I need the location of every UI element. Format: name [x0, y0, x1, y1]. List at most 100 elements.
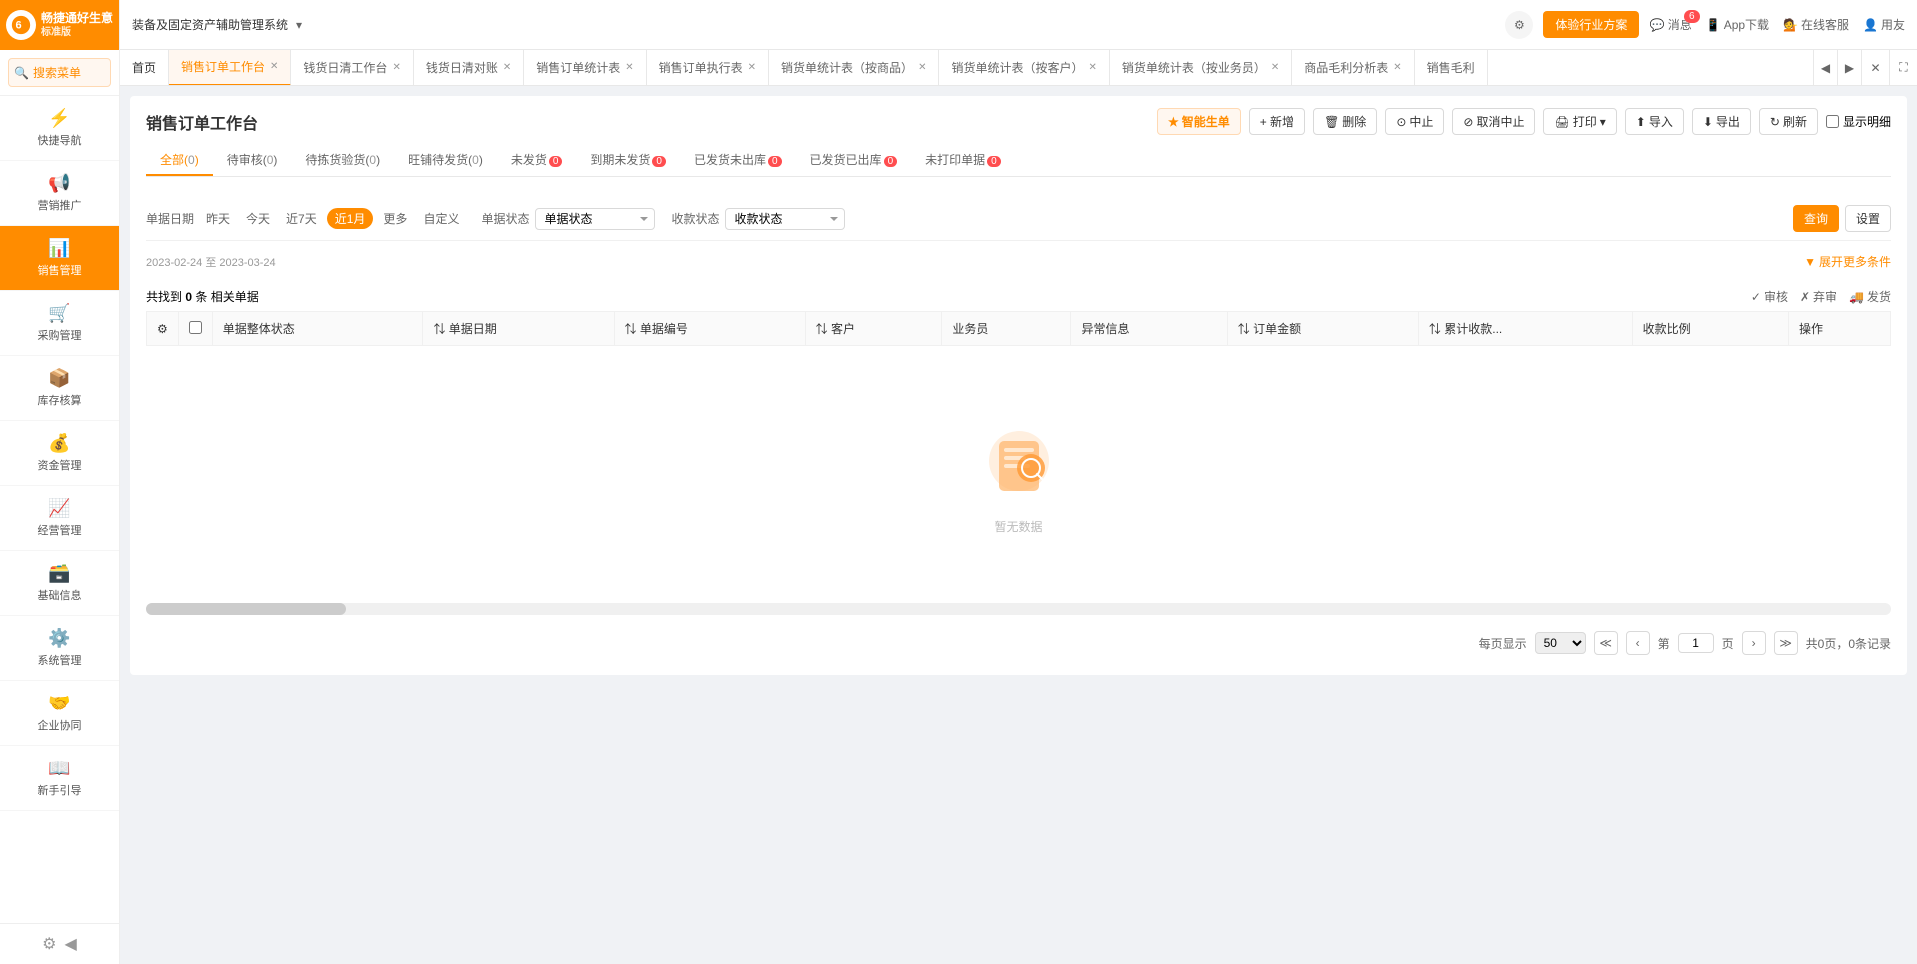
tab-cash-account[interactable]: 钱货日清对账 ✕	[414, 50, 524, 86]
tab-close-sales-stat[interactable]: ✕	[625, 62, 633, 73]
scrollbar-track[interactable]	[146, 603, 1891, 615]
col-number[interactable]: ⇅ 单据编号	[614, 312, 805, 346]
print-button[interactable]: 🖨 打印 ▾	[1543, 108, 1616, 135]
pause-button[interactable]: ⊙ 中止	[1385, 108, 1444, 135]
batch-ship-button[interactable]: 🚚 发货	[1849, 288, 1891, 305]
filter-settings-button[interactable]: 设置	[1845, 205, 1891, 232]
scrollbar-thumb[interactable]	[146, 603, 346, 615]
date-opt-today[interactable]: 今天	[240, 208, 276, 229]
column-settings-icon[interactable]: ⚙	[157, 322, 168, 336]
tab-maximize-button[interactable]: ⛶	[1889, 50, 1917, 86]
subtab-overdue[interactable]: 到期未发货0	[576, 145, 680, 176]
sidebar-item-finance[interactable]: 💰 资金管理	[0, 421, 119, 486]
sidebar-item-system[interactable]: ⚙️ 系统管理	[0, 616, 119, 681]
collapse-button[interactable]: ◀	[65, 934, 77, 954]
status-filter-label: 单据状态	[481, 210, 529, 227]
date-opt-1month[interactable]: 近1月	[327, 208, 374, 229]
tab-close-sale-by-product[interactable]: ✕	[918, 62, 926, 73]
tab-scroll-left-button[interactable]: ◀	[1813, 50, 1837, 86]
tab-home[interactable]: 首页	[120, 50, 169, 86]
batch-cancel-review-button[interactable]: ✗ 弃审	[1800, 288, 1837, 305]
sidebar-item-inventory[interactable]: 📦 库存核算	[0, 356, 119, 421]
subtab-not-printed[interactable]: 未打印单据0	[911, 145, 1015, 176]
page-number-input[interactable]	[1678, 633, 1714, 653]
date-opt-more[interactable]: 更多	[377, 208, 413, 229]
sidebar-item-purchase[interactable]: 🛒 采购管理	[0, 291, 119, 356]
topbar-settings-button[interactable]: ⚙	[1505, 11, 1533, 39]
subtab-not-shipped[interactable]: 未发货0	[497, 145, 577, 176]
tab-sales-exec[interactable]: 销售订单执行表 ✕	[647, 50, 769, 86]
date-opt-custom[interactable]: 自定义	[417, 208, 465, 229]
tab-close-margin-analysis[interactable]: ✕	[1393, 62, 1401, 73]
col-customer[interactable]: ⇅ 客户	[805, 312, 942, 346]
message-button[interactable]: 💬 6 消息	[1649, 16, 1691, 33]
subtab-shipped-not-stocked[interactable]: 已发货未出库0	[680, 145, 796, 176]
first-page-button[interactable]: ≪	[1594, 631, 1618, 655]
tab-close-all-button[interactable]: ✕	[1861, 50, 1889, 86]
tab-close-sales-exec[interactable]: ✕	[748, 62, 756, 73]
star-icon: ★	[1168, 115, 1179, 129]
col-date[interactable]: ⇅ 单据日期	[423, 312, 614, 346]
tab-close-cash-account[interactable]: ✕	[503, 62, 511, 73]
trial-button[interactable]: 体验行业方案	[1543, 11, 1639, 38]
online-service-button[interactable]: 💁 在线客服	[1783, 16, 1849, 33]
prev-page-button[interactable]: ‹	[1626, 631, 1650, 655]
search-menu-button[interactable]: 🔍 搜索菜单	[8, 58, 111, 87]
show-detail-checkbox[interactable]	[1826, 115, 1839, 128]
result-count-text: 共找到 0 条 相关单据	[146, 288, 259, 305]
sidebar-item-basic[interactable]: 🗃️ 基础信息	[0, 551, 119, 616]
tab-cash-daily[interactable]: 钱货日清工作台 ✕	[291, 50, 413, 86]
payment-select[interactable]: 收款状态	[725, 208, 845, 230]
message-icon: 💬	[1649, 18, 1664, 32]
expand-filter-button[interactable]: ▼ 展开更多条件	[1804, 253, 1891, 270]
import-button[interactable]: ⬆ 导入	[1625, 108, 1684, 135]
query-button[interactable]: 查询	[1793, 205, 1839, 232]
tab-close-sale-by-customer[interactable]: ✕	[1088, 62, 1096, 73]
subtab-all[interactable]: 全部(0)	[146, 145, 213, 176]
subtab-shipped-stocked[interactable]: 已发货已出库0	[796, 145, 912, 176]
subtab-pending-review[interactable]: 待审核(0)	[213, 145, 292, 176]
sidebar-item-quick[interactable]: ⚡ 快捷导航	[0, 96, 119, 161]
batch-review-button[interactable]: ✓ 审核	[1751, 288, 1788, 305]
user-menu-button[interactable]: 👤 用友	[1863, 16, 1905, 33]
col-amount[interactable]: ⇅ 订单金额	[1227, 312, 1418, 346]
last-page-button[interactable]: ≫	[1774, 631, 1798, 655]
status-select[interactable]: 单据状态	[535, 208, 655, 230]
select-all-checkbox[interactable]	[189, 321, 202, 334]
delete-button[interactable]: 🗑 删除	[1313, 108, 1377, 135]
refresh-button[interactable]: ↻ 刷新	[1759, 108, 1818, 135]
cancel-pause-button[interactable]: ⊘ 取消中止	[1452, 108, 1535, 135]
tab-sales-gross[interactable]: 销售毛利	[1415, 50, 1488, 86]
settings-bottom-button[interactable]: ⚙	[42, 934, 56, 954]
subtab-wangpu[interactable]: 旺铺待发货(0)	[394, 145, 497, 176]
per-page-label: 每页显示	[1479, 635, 1527, 652]
next-page-button[interactable]: ›	[1742, 631, 1766, 655]
tab-close-cash-daily[interactable]: ✕	[392, 62, 400, 73]
tab-margin-analysis[interactable]: 商品毛利分析表 ✕	[1292, 50, 1414, 86]
tab-sales-stat[interactable]: 销售订单统计表 ✕	[524, 50, 646, 86]
tab-sale-by-product[interactable]: 销货单统计表（按商品） ✕	[769, 50, 939, 86]
tab-sale-by-customer[interactable]: 销货单统计表（按客户） ✕	[939, 50, 1109, 86]
sidebar-item-marketing[interactable]: 📢 营销推广	[0, 161, 119, 226]
system-dropdown-button[interactable]: ▾	[296, 18, 302, 32]
export-button[interactable]: ⬇ 导出	[1692, 108, 1751, 135]
add-button[interactable]: + 新增	[1249, 108, 1305, 135]
ai-generate-button[interactable]: ★ 智能生单	[1157, 108, 1241, 135]
sidebar-item-guide[interactable]: 📖 新手引导	[0, 746, 119, 811]
empty-icon	[969, 406, 1069, 506]
date-opt-7days[interactable]: 近7天	[280, 208, 323, 229]
tab-close-sale-by-staff[interactable]: ✕	[1271, 62, 1279, 73]
tab-scroll-right-button[interactable]: ▶	[1837, 50, 1861, 86]
subtab-pending-inspect[interactable]: 待拣货验货(0)	[291, 145, 394, 176]
date-opt-yesterday[interactable]: 昨天	[200, 208, 236, 229]
tab-sales-workbench[interactable]: 销售订单工作台 ✕	[169, 50, 291, 86]
app-download-button[interactable]: 📱 App下载	[1706, 16, 1769, 33]
col-collected[interactable]: ⇅ 累计收款...	[1418, 312, 1632, 346]
sidebar-item-operation[interactable]: 📈 经营管理	[0, 486, 119, 551]
tab-sale-by-staff[interactable]: 销货单统计表（按业务员） ✕	[1110, 50, 1292, 86]
sidebar-item-collab[interactable]: 🤝 企业协同	[0, 681, 119, 746]
sidebar-item-sales[interactable]: 📊 销售管理	[0, 226, 119, 291]
show-detail-checkbox-label[interactable]: 显示明细	[1826, 113, 1891, 130]
tab-close-sales-workbench[interactable]: ✕	[270, 61, 278, 72]
per-page-select[interactable]: 50 10 20 100	[1535, 632, 1586, 654]
